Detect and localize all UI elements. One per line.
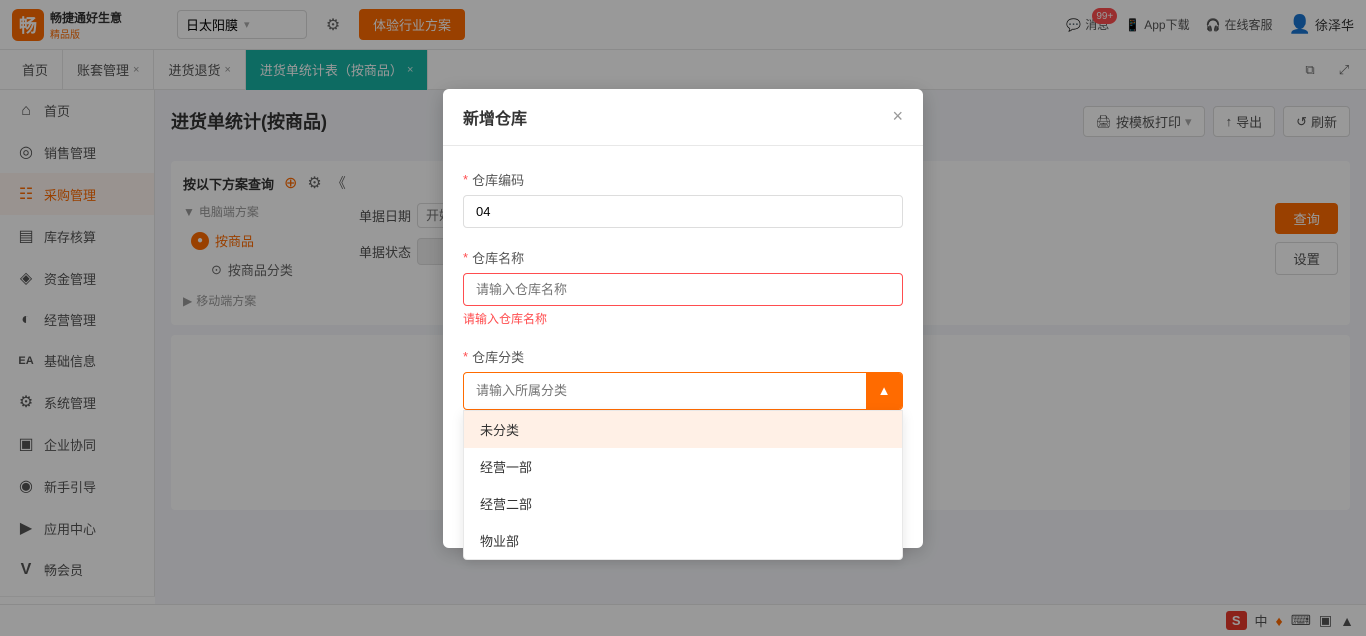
warehouse-name-input[interactable] xyxy=(463,273,903,306)
warehouse-code-label: * 仓库编码 xyxy=(463,170,903,189)
warehouse-code-input[interactable] xyxy=(463,195,903,228)
modal-header: 新增仓库 × xyxy=(443,89,923,146)
warehouse-code-field: * 仓库编码 xyxy=(463,170,903,228)
category-dropdown: 未分类 经营一部 经营二部 物业部 xyxy=(463,410,903,560)
modal-overlay[interactable]: 新增仓库 × * 仓库编码 * 仓库名称 请输入仓库名称 xyxy=(0,0,1366,636)
warehouse-category-field: * 仓库分类 ▲ 未分类 经营一部 经营二部 物业部 xyxy=(463,347,903,410)
modal-close-button[interactable]: × xyxy=(892,106,903,127)
warehouse-name-error: 请输入仓库名称 xyxy=(463,310,903,327)
new-warehouse-modal: 新增仓库 × * 仓库编码 * 仓库名称 请输入仓库名称 xyxy=(443,89,923,548)
warehouse-name-field: * 仓库名称 请输入仓库名称 xyxy=(463,248,903,327)
dropdown-item-dept1[interactable]: 经营一部 xyxy=(464,448,902,485)
category-arrow-icon[interactable]: ▲ xyxy=(866,373,902,409)
category-input-wrapper: ▲ xyxy=(463,372,903,410)
warehouse-name-label: * 仓库名称 xyxy=(463,248,903,267)
dropdown-item-unclassified[interactable]: 未分类 xyxy=(464,411,902,448)
modal-title: 新增仓库 xyxy=(463,105,527,129)
dropdown-item-dept2[interactable]: 经营二部 xyxy=(464,485,902,522)
modal-body: * 仓库编码 * 仓库名称 请输入仓库名称 * 仓库分类 xyxy=(443,146,923,485)
warehouse-category-label: * 仓库分类 xyxy=(463,347,903,366)
category-input[interactable] xyxy=(464,375,866,406)
dropdown-item-dept3[interactable]: 物业部 xyxy=(464,522,902,559)
